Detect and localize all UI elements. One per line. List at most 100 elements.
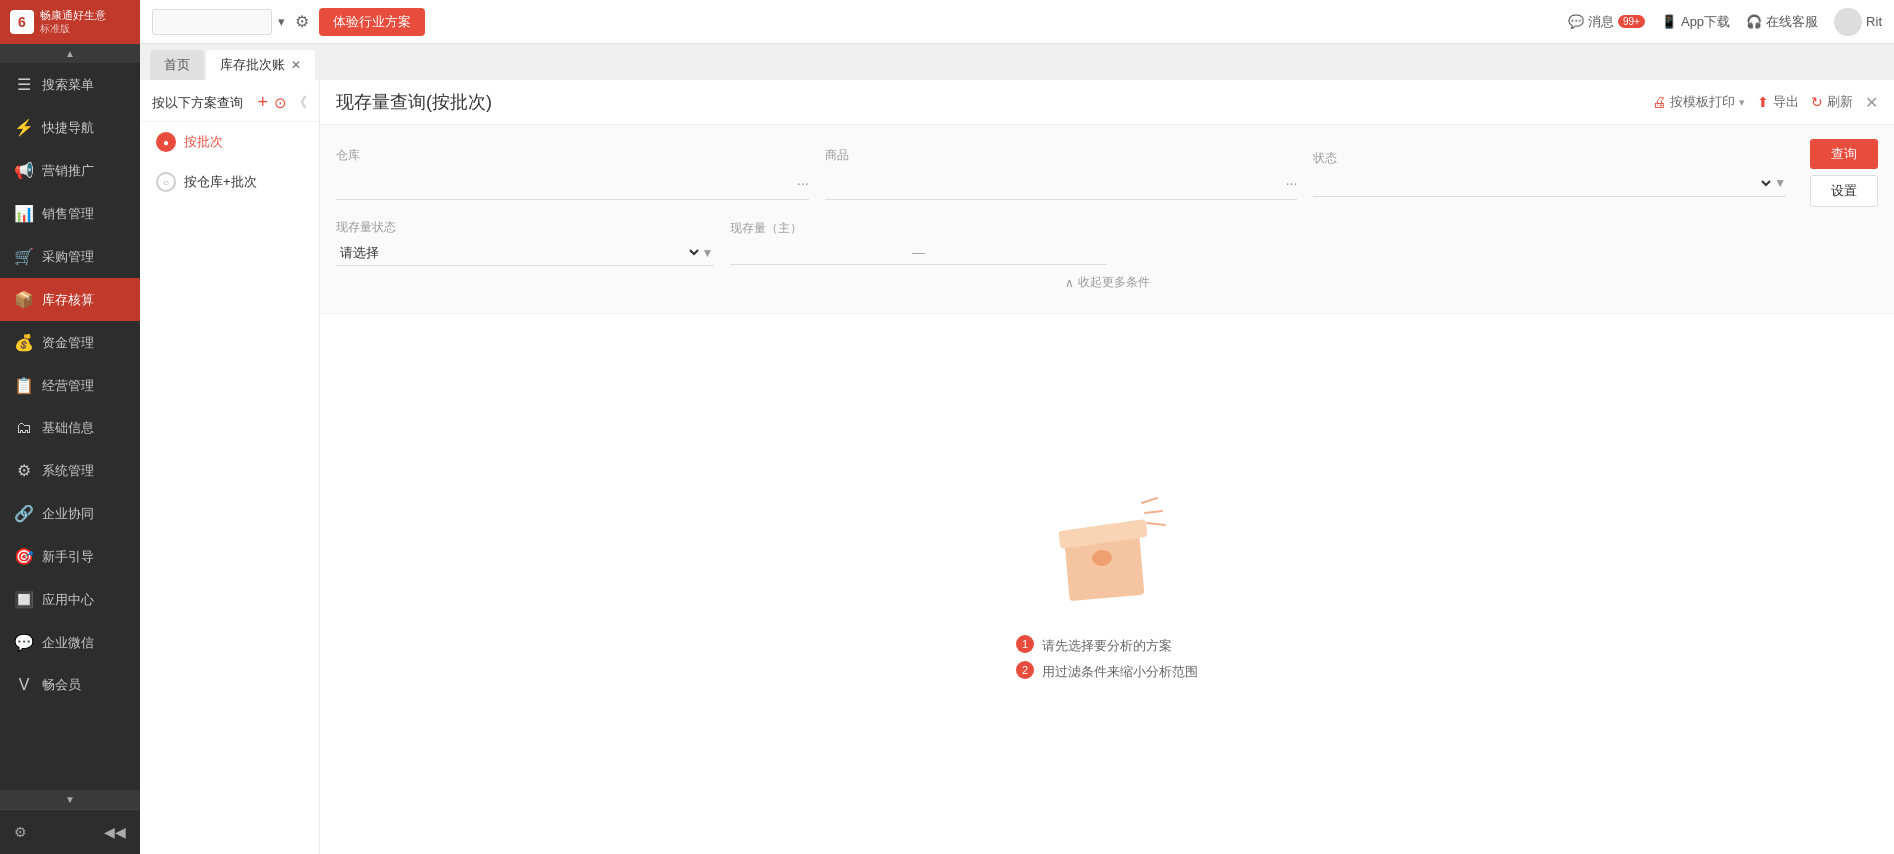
stock-qty-dash: — xyxy=(906,245,931,260)
plan-item-batch[interactable]: ● 按批次 xyxy=(140,122,319,162)
plan-item-warehouse-batch[interactable]: ○ 按仓库+批次 xyxy=(140,162,319,202)
sidebar-item-appcenter[interactable]: 🔲 应用中心 xyxy=(0,578,140,621)
sidebar-item-inventory[interactable]: 📦 库存核算 xyxy=(0,278,140,321)
sidebar-item-search[interactable]: ☰ 搜索菜单 xyxy=(0,63,140,106)
sidebar-item-newguide[interactable]: 🎯 新手引导 xyxy=(0,535,140,578)
sidebar-item-basic[interactable]: 🗂 基础信息 xyxy=(0,407,140,449)
right-panel: 现存量查询(按批次) 🖨 按模板打印 ▾ ⬆ 导出 ↻ 刷新 xyxy=(320,80,1894,854)
content-area: 按以下方案查询 + ⊙ 《 ● 按批次 ○ 按仓库+批次 现存量查询(按批次) xyxy=(140,80,1894,854)
query-button[interactable]: 查询 xyxy=(1810,139,1878,169)
settings-bottom-icon[interactable]: ⚙ xyxy=(10,820,31,844)
brand-name: 畅康通好生意 xyxy=(40,8,106,22)
sidebar-item-management[interactable]: 📋 经营管理 xyxy=(0,364,140,407)
sidebar-item-quicknav[interactable]: ⚡ 快捷导航 xyxy=(0,106,140,149)
sidebar-item-purchase[interactable]: 🛒 采购管理 xyxy=(0,235,140,278)
sidebar-header: 6 畅康通好生意 标准版 xyxy=(0,0,140,44)
message-button[interactable]: 💬 消息 99+ xyxy=(1568,13,1645,31)
warehouse-dots[interactable]: ··· xyxy=(797,175,809,191)
tip-2-text: 用过滤条件来缩小分析范围 xyxy=(1042,659,1198,685)
service-icon: 🎧 xyxy=(1746,14,1762,29)
sidebar-label-member: 畅会员 xyxy=(42,676,81,694)
tab-inventory-label: 库存批次账 xyxy=(220,56,285,74)
empty-tips: 1 请先选择要分析的方案 2 用过滤条件来缩小分析范围 xyxy=(1016,633,1198,685)
topbar-gear-icon[interactable]: ⚙ xyxy=(295,12,309,31)
warehouse-input[interactable] xyxy=(336,172,797,195)
sidebar-scroll-up[interactable]: ▲ xyxy=(0,44,140,63)
stock-status-label: 现存量状态 xyxy=(336,219,714,236)
search-dropdown-icon[interactable]: ▾ xyxy=(278,14,285,29)
plan-warehouse-label: 按仓库+批次 xyxy=(184,173,257,191)
plan-settings-icon[interactable]: ⊙ xyxy=(274,94,287,112)
sidebar-item-member[interactable]: V 畅会员 xyxy=(0,664,140,706)
marketing-icon: 📢 xyxy=(14,161,34,180)
search-input[interactable] xyxy=(152,9,272,35)
collapse-panel-icon[interactable]: 《 xyxy=(293,94,307,112)
sales-icon: 📊 xyxy=(14,204,34,223)
left-panel: 按以下方案查询 + ⊙ 《 ● 按批次 ○ 按仓库+批次 xyxy=(140,80,320,854)
print-label: 按模板打印 xyxy=(1670,93,1735,111)
tab-close-icon[interactable]: ✕ xyxy=(291,58,301,72)
status-select[interactable] xyxy=(1313,175,1774,192)
add-plan-icon[interactable]: + xyxy=(257,92,268,113)
filter-status: 状态 ▼ xyxy=(1313,150,1786,197)
page-title: 现存量查询(按批次) xyxy=(336,90,492,114)
sidebar-item-marketing[interactable]: 📢 营销推广 xyxy=(0,149,140,192)
sidebar-item-enterprise[interactable]: 🔗 企业协同 xyxy=(0,492,140,535)
tab-inventory-batch[interactable]: 库存批次账 ✕ xyxy=(206,50,315,80)
print-dropdown-icon[interactable]: ▾ xyxy=(1739,96,1745,109)
stock-qty-wrap: — xyxy=(730,241,1108,265)
tip-1-text: 请先选择要分析的方案 xyxy=(1042,633,1172,659)
export-button[interactable]: ⬆ 导出 xyxy=(1757,93,1799,111)
management-icon: 📋 xyxy=(14,376,34,395)
enterprise-icon: 🔗 xyxy=(14,504,34,523)
goods-dots[interactable]: ··· xyxy=(1286,175,1298,191)
settings-button[interactable]: 设置 xyxy=(1810,175,1878,207)
tip-1-number: 1 xyxy=(1016,635,1034,653)
refresh-button[interactable]: ↻ 刷新 xyxy=(1811,93,1853,111)
left-panel-actions: + ⊙ 《 xyxy=(257,92,307,113)
sidebar-item-sales[interactable]: 📊 销售管理 xyxy=(0,192,140,235)
stock-status-select-wrap: 请选择 ▼ xyxy=(336,240,714,266)
export-label: 导出 xyxy=(1773,93,1799,111)
left-panel-title: 按以下方案查询 xyxy=(152,94,243,112)
tabbar: 首页 库存批次账 ✕ xyxy=(140,44,1894,80)
sidebar-label-inventory: 库存核算 xyxy=(42,291,94,309)
sidebar-item-finance[interactable]: 💰 资金管理 xyxy=(0,321,140,364)
user-avatar-button[interactable]: Rit xyxy=(1834,8,1882,36)
print-button[interactable]: 🖨 按模板打印 ▾ xyxy=(1652,93,1745,111)
purchase-icon: 🛒 xyxy=(14,247,34,266)
empty-svg xyxy=(1037,483,1177,613)
collapse-icon: ∧ xyxy=(1065,276,1074,290)
sidebar-item-wechat[interactable]: 💬 企业微信 xyxy=(0,621,140,664)
sidebar-label-marketing: 营销推广 xyxy=(42,162,94,180)
message-label: 消息 xyxy=(1588,13,1614,31)
sidebar: 6 畅康通好生意 标准版 ▲ ☰ 搜索菜单 ⚡ 快捷导航 📢 营销推广 📊 销售… xyxy=(0,0,140,854)
collapse-sidebar-icon[interactable]: ◀◀ xyxy=(100,820,130,844)
stock-qty-from[interactable] xyxy=(730,245,906,260)
status-label: 状态 xyxy=(1313,150,1786,167)
header-actions: 🖨 按模板打印 ▾ ⬆ 导出 ↻ 刷新 ✕ xyxy=(1652,93,1878,112)
collapse-text: 收起更多条件 xyxy=(1078,274,1150,291)
service-button[interactable]: 🎧 在线客服 xyxy=(1746,13,1818,31)
brand-logo: 6 xyxy=(10,10,34,34)
filter-area: 仓库 ··· 商品 ··· xyxy=(320,125,1894,314)
service-label: 在线客服 xyxy=(1766,13,1818,31)
goods-input[interactable] xyxy=(825,172,1286,195)
sidebar-item-system[interactable]: ⚙ 系统管理 xyxy=(0,449,140,492)
plan-batch-icon: ● xyxy=(156,132,176,152)
right-panel-header: 现存量查询(按批次) 🖨 按模板打印 ▾ ⬆ 导出 ↻ 刷新 xyxy=(320,80,1894,125)
stock-status-select[interactable]: 请选择 xyxy=(336,244,702,261)
status-select-wrap: ▼ xyxy=(1313,171,1786,197)
query-actions: 查询 设置 xyxy=(1810,139,1878,207)
user-name: Rit xyxy=(1866,14,1882,29)
sidebar-scroll-down[interactable]: ▼ xyxy=(0,790,140,809)
collapse-more-button[interactable]: ∧ 收起更多条件 xyxy=(336,266,1878,299)
stock-qty-to[interactable] xyxy=(931,245,1107,260)
sidebar-label-finance: 资金管理 xyxy=(42,334,94,352)
tab-home[interactable]: 首页 xyxy=(150,50,204,80)
app-download-button[interactable]: 📱 App下载 xyxy=(1661,13,1730,31)
warehouse-label: 仓库 xyxy=(336,147,809,164)
brand-version: 标准版 xyxy=(40,22,106,36)
industry-button[interactable]: 体验行业方案 xyxy=(319,8,425,36)
close-panel-icon[interactable]: ✕ xyxy=(1865,93,1878,112)
